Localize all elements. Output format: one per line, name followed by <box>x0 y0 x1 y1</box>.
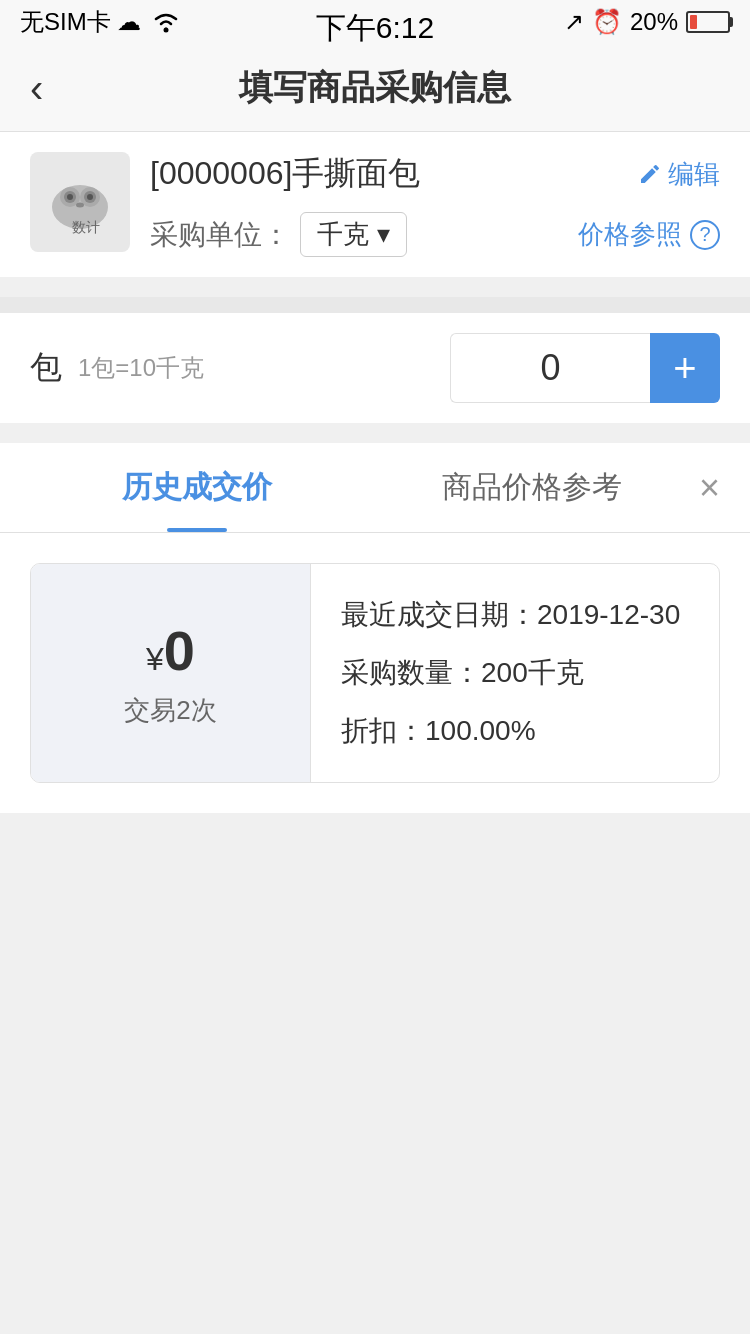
status-bar: 无SIM卡 ☁ 下午6:12 ↗ ⏰ 20% <box>0 0 750 44</box>
product-name: [0000006]手撕面包 <box>150 152 420 196</box>
section-divider <box>0 297 750 313</box>
recent-date-row: 最近成交日期：2019-12-30 <box>341 594 689 636</box>
quantity-input[interactable] <box>450 333 650 403</box>
nav-bar: ‹ 填写商品采购信息 <box>0 44 750 132</box>
discount-row: 折扣：100.00% <box>341 710 689 752</box>
tab-price-reference[interactable]: 商品价格参考 <box>364 443 698 532</box>
alarm-icon: ⏰ <box>592 8 622 36</box>
status-left: 无SIM卡 ☁ <box>20 6 181 38</box>
purchase-unit-label: 采购单位： <box>150 216 290 254</box>
tabs-section: 历史成交价 商品价格参考 × ¥0 交易2次 最近成交日期：2019-12-30 <box>0 443 750 813</box>
battery-icon <box>686 11 730 33</box>
recent-date-value: 2019-12-30 <box>537 599 680 630</box>
price-display: ¥0 <box>146 618 195 683</box>
page-title: 填写商品采购信息 <box>239 65 511 111</box>
package-icon: 包 <box>30 346 62 390</box>
tab-price-ref-label: 商品价格参考 <box>442 470 622 503</box>
status-time: 下午6:12 <box>316 8 434 49</box>
svg-point-0 <box>164 28 169 33</box>
location-icon: ↗ <box>564 8 584 36</box>
purchase-unit-row: 采购单位： 千克 ▾ 价格参照 ? <box>150 212 720 257</box>
quantity-label: 采购数量： <box>341 657 481 688</box>
discount-label: 折扣： <box>341 715 425 746</box>
price-reference-button[interactable]: 价格参照 ? <box>578 217 720 252</box>
svg-point-7 <box>87 194 93 200</box>
quantity-plus-button[interactable]: + <box>650 333 720 403</box>
price-ref-label: 价格参照 <box>578 217 682 252</box>
tabs-close-button[interactable]: × <box>699 450 720 526</box>
edit-icon <box>638 162 662 186</box>
unit-value: 千克 <box>317 217 369 252</box>
edit-label: 编辑 <box>668 157 720 192</box>
carrier-text: 无SIM卡 ☁ <box>20 6 141 38</box>
tab-content: ¥0 交易2次 最近成交日期：2019-12-30 采购数量：200千克 折扣：… <box>0 533 750 813</box>
status-right: ↗ ⏰ 20% <box>564 8 730 36</box>
quantity-row: 采购数量：200千克 <box>341 652 689 694</box>
wifi-icon <box>151 11 181 33</box>
main-content: 数计 [0000006]手撕面包 编辑 采购单位： <box>0 132 750 1334</box>
discount-value: 100.00% <box>425 715 536 746</box>
svg-text:数计: 数计 <box>72 219 100 235</box>
plus-icon: + <box>673 346 696 391</box>
history-price-column: ¥0 交易2次 <box>31 564 311 782</box>
package-left: 包 1包=10千克 <box>30 346 204 390</box>
svg-point-6 <box>67 194 73 200</box>
currency-symbol: ¥ <box>146 641 164 677</box>
tab-history-price[interactable]: 历史成交价 <box>30 443 364 532</box>
product-section: 数计 [0000006]手撕面包 编辑 采购单位： <box>0 132 750 277</box>
back-button[interactable]: ‹ <box>30 68 43 108</box>
price-amount: 0 <box>164 619 195 682</box>
quantity-input-wrapper: + <box>450 333 720 403</box>
product-image: 数计 <box>30 152 130 252</box>
help-icon: ? <box>690 220 720 250</box>
help-label: ? <box>699 223 710 246</box>
trade-count: 交易2次 <box>124 693 216 728</box>
product-name-row: [0000006]手撕面包 编辑 <box>150 152 720 196</box>
quantity-value: 200千克 <box>481 657 584 688</box>
svg-point-8 <box>76 203 84 208</box>
package-unit-label: 1包=10千克 <box>78 352 204 384</box>
package-section: 包 1包=10千克 + <box>0 313 750 423</box>
battery-percent: 20% <box>630 8 678 36</box>
product-logo-icon: 数计 <box>40 162 120 242</box>
unit-dropdown-arrow: ▾ <box>377 219 390 250</box>
recent-date-label: 最近成交日期： <box>341 599 537 630</box>
tab-history-label: 历史成交价 <box>122 470 272 503</box>
history-card: ¥0 交易2次 最近成交日期：2019-12-30 采购数量：200千克 折扣：… <box>30 563 720 783</box>
history-details-column: 最近成交日期：2019-12-30 采购数量：200千克 折扣：100.00% <box>311 564 719 782</box>
product-header: 数计 [0000006]手撕面包 编辑 采购单位： <box>30 152 720 257</box>
unit-dropdown[interactable]: 千克 ▾ <box>300 212 407 257</box>
product-info: [0000006]手撕面包 编辑 采购单位： 千克 ▾ <box>150 152 720 257</box>
tabs-header: 历史成交价 商品价格参考 × <box>0 443 750 533</box>
edit-button[interactable]: 编辑 <box>638 157 720 192</box>
